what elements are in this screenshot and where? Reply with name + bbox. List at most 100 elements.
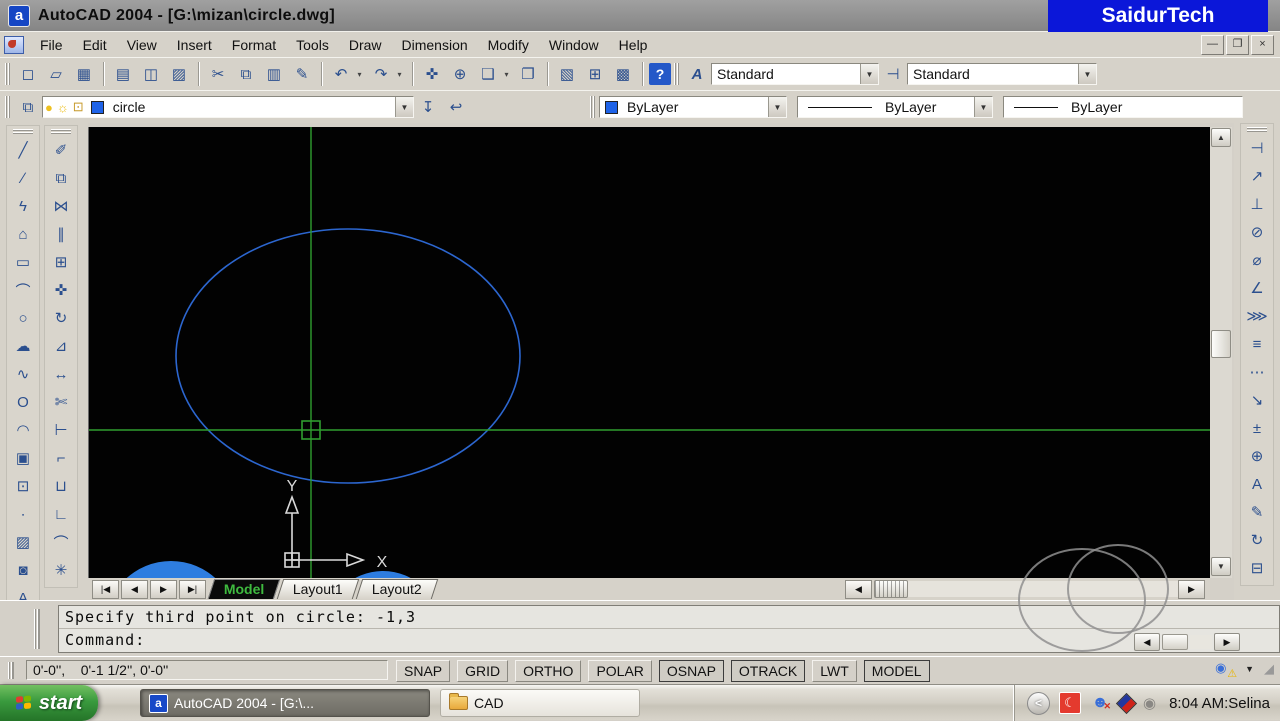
status-toggle-polar[interactable]: POLAR: [588, 659, 652, 682]
chamfer-button[interactable]: ∟: [48, 500, 74, 528]
menu-tools[interactable]: Tools: [286, 34, 339, 56]
status-toggle-grid[interactable]: GRID: [457, 659, 509, 682]
menu-file[interactable]: File: [30, 34, 73, 56]
scroll-down-button[interactable]: ▼: [1211, 557, 1231, 576]
tab-layout1[interactable]: Layout1: [277, 579, 360, 599]
make-block-button[interactable]: ⊡: [10, 472, 36, 500]
status-toggle-model[interactable]: MODEL: [863, 659, 930, 682]
new-button[interactable]: ◻: [15, 61, 41, 87]
chevron-down-icon[interactable]: ▼: [1078, 64, 1096, 84]
quick-leader-button[interactable]: ↘: [1244, 386, 1270, 414]
layer-previous-button[interactable]: ↩: [443, 94, 469, 120]
array-button[interactable]: ⊞: [48, 248, 74, 276]
dim-linear-button[interactable]: ⊣: [1244, 134, 1270, 162]
cut-button[interactable]: ✂: [205, 61, 231, 87]
redo-button[interactable]: ↷: [368, 61, 394, 87]
tab-nav-[interactable]: ▶: [150, 579, 177, 599]
help-button[interactable]: ?: [649, 63, 671, 85]
menu-edit[interactable]: Edit: [73, 34, 117, 56]
chevron-down-icon[interactable]: ▼: [395, 97, 413, 117]
tab-nav-[interactable]: |◀: [92, 579, 119, 599]
tray-messenger-icon[interactable]: ☻ ✕: [1090, 694, 1111, 712]
spline-button[interactable]: ∿: [10, 360, 36, 388]
extend-button[interactable]: ⊢: [48, 416, 74, 444]
insert-block-button[interactable]: ▣: [10, 444, 36, 472]
chevron-down-icon[interactable]: ▼: [974, 97, 992, 117]
restore-button[interactable]: ❐: [1226, 34, 1249, 55]
break-button[interactable]: ⌐: [48, 444, 74, 472]
dim-style-combo[interactable]: Standard ▼: [907, 63, 1097, 85]
copy-object-button[interactable]: ⧉: [48, 164, 74, 192]
stretch-button[interactable]: ↔: [48, 360, 74, 388]
scroll-track[interactable]: [1190, 635, 1212, 649]
layer-manager-button[interactable]: ⧉: [15, 94, 41, 120]
tab-model[interactable]: Model: [207, 579, 281, 599]
scale-button[interactable]: ⊿: [48, 332, 74, 360]
taskbar-item-autocad[interactable]: a AutoCAD 2004 - [G:\...: [140, 689, 430, 717]
make-object-layer-current-button[interactable]: ↧: [415, 94, 441, 120]
plot-button[interactable]: ▤: [110, 61, 136, 87]
zoom-realtime-button[interactable]: ⊕: [447, 61, 473, 87]
fillet-button[interactable]: ⌒: [48, 528, 74, 556]
horizontal-scrollbar[interactable]: ◀ ▶: [845, 579, 1207, 599]
polyline-button[interactable]: ϟ: [10, 192, 36, 220]
tray-codec-icon[interactable]: [1115, 692, 1138, 714]
hatch-button[interactable]: ▨: [10, 528, 36, 556]
tray-volume-icon[interactable]: ◉: [1143, 694, 1156, 712]
dim-edit-button[interactable]: ✎: [1244, 498, 1270, 526]
status-toggle-ortho[interactable]: ORTHO: [515, 659, 582, 682]
circle-button[interactable]: ○: [10, 304, 36, 332]
polygon-button[interactable]: ⌂: [10, 220, 36, 248]
undo-dropdown[interactable]: ▾: [353, 61, 366, 87]
layer-combo[interactable]: ● ☼ ⊡ circle ▼: [42, 96, 414, 118]
scroll-right-button[interactable]: ▶: [1214, 633, 1240, 651]
menu-dimension[interactable]: Dimension: [392, 34, 478, 56]
redo-dropdown[interactable]: ▾: [393, 61, 406, 87]
scroll-thumb[interactable]: [874, 580, 908, 598]
publish-button[interactable]: ▨: [166, 61, 192, 87]
dim-radius-button[interactable]: ⊘: [1244, 218, 1270, 246]
status-toggle-lwt[interactable]: LWT: [812, 659, 857, 682]
command-window-grip[interactable]: [34, 609, 40, 649]
paste-button[interactable]: ▥: [261, 61, 287, 87]
resize-grip-icon[interactable]: ◢: [1264, 661, 1274, 677]
toolbar-grip[interactable]: [13, 129, 33, 134]
command-prompt-line[interactable]: Command:: [59, 629, 1279, 651]
status-toggle-snap[interactable]: SNAP: [396, 659, 451, 682]
point-button[interactable]: ∙: [10, 500, 36, 528]
dim-ordinate-button[interactable]: ⊥: [1244, 190, 1270, 218]
match-properties-button[interactable]: ✎: [289, 61, 315, 87]
tray-recorder-icon[interactable]: ☾: [1059, 692, 1081, 714]
properties-button[interactable]: ▧: [554, 61, 580, 87]
tab-nav-[interactable]: ◀: [121, 579, 148, 599]
taskbar-item-cad-folder[interactable]: CAD: [440, 689, 640, 717]
coordinate-readout[interactable]: 0'-0'', 0'-1 1/2'', 0'-0'': [26, 660, 388, 680]
dim-baseline-button[interactable]: ≡: [1244, 330, 1270, 358]
tolerance-button[interactable]: ±: [1244, 414, 1270, 442]
status-toggle-otrack[interactable]: OTRACK: [730, 659, 806, 682]
minimize-button[interactable]: —: [1201, 34, 1224, 55]
menu-insert[interactable]: Insert: [167, 34, 222, 56]
menu-format[interactable]: Format: [222, 34, 286, 56]
scroll-left-button[interactable]: ◀: [1134, 633, 1160, 651]
erase-button[interactable]: ✐: [48, 136, 74, 164]
toolbar-grip[interactable]: [674, 63, 679, 85]
scroll-right-button[interactable]: ▶: [1178, 579, 1205, 599]
plot-preview-button[interactable]: ◫: [138, 61, 164, 87]
layer-freeze-icon[interactable]: ☼: [57, 100, 69, 115]
layer-on-icon[interactable]: ●: [45, 100, 53, 115]
scroll-thumb[interactable]: [1162, 634, 1188, 650]
construction-line-button[interactable]: ∕: [10, 164, 36, 192]
close-button[interactable]: ×: [1251, 34, 1274, 55]
revision-cloud-button[interactable]: ☁: [10, 332, 36, 360]
dim-update-button[interactable]: ↻: [1244, 526, 1270, 554]
linetype-combo[interactable]: ByLayer ▼: [797, 96, 993, 118]
rectangle-button[interactable]: ▭: [10, 248, 36, 276]
command-scrollbar[interactable]: ◀ ▶: [1134, 633, 1240, 651]
toolbar-grip[interactable]: [5, 63, 10, 85]
scroll-thumb[interactable]: [1211, 330, 1231, 358]
command-text-area[interactable]: Specify third point on circle: -1,3 Comm…: [58, 605, 1280, 653]
dim-diameter-button[interactable]: ⌀: [1244, 246, 1270, 274]
toolbar-grip[interactable]: [1247, 127, 1267, 132]
menu-view[interactable]: View: [117, 34, 167, 56]
